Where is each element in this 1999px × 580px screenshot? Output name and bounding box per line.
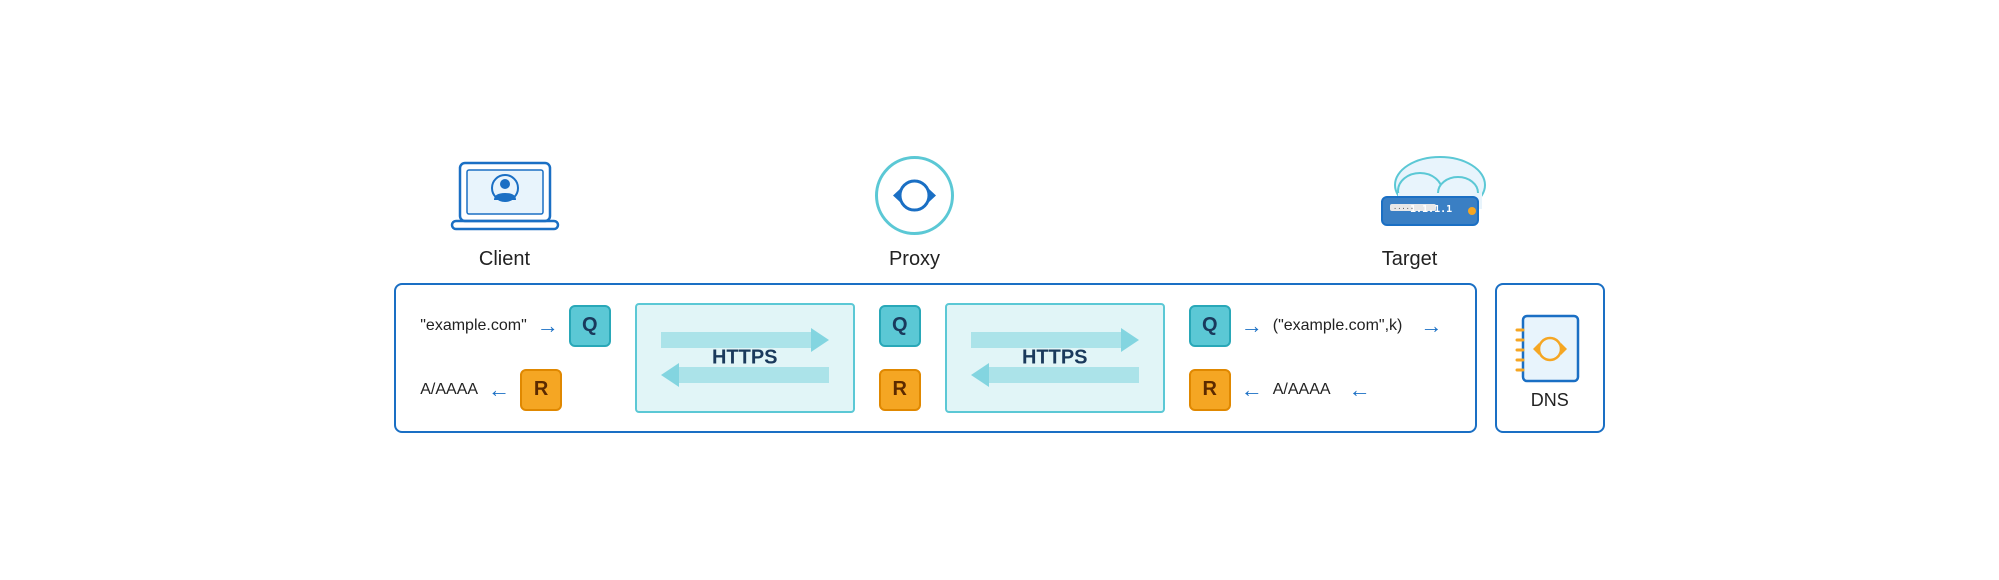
target-response-text: A/AAAA	[1273, 381, 1331, 399]
https-tunnel-2: HTTPS	[945, 303, 1165, 413]
client-response-arrow: ←	[488, 377, 510, 403]
target-query-arrow2: →	[1420, 313, 1442, 339]
target-query-text: ("example.com",k)	[1273, 317, 1403, 335]
client-query-row: "example.com" → Q	[420, 305, 611, 347]
actor-target: ····· 1.1.1.1 Target	[1170, 153, 1650, 271]
tunnel1-query-arrow	[661, 328, 829, 352]
main-flow-box: "example.com" → Q A/AAAA ← R	[394, 283, 1477, 433]
proxy-label: Proxy	[889, 248, 940, 271]
client-query-arrow: →	[537, 313, 559, 339]
client-response-text: A/AAAA	[420, 381, 478, 399]
dns-label: DNS	[1531, 390, 1569, 411]
https-tunnel-2-box: HTTPS	[945, 303, 1165, 413]
client-icon	[450, 148, 560, 238]
svg-text:1.1.1.1: 1.1.1.1	[1410, 204, 1452, 215]
tunnel2-query-arrow	[971, 328, 1139, 352]
target-response-row: R ← A/AAAA ←	[1189, 369, 1371, 411]
proxy-icon	[872, 153, 957, 238]
client-section: "example.com" → Q A/AAAA ← R	[420, 305, 629, 411]
target-response-arrow2: ←	[1349, 377, 1371, 403]
proxy-query-row: Q	[879, 305, 921, 347]
https-tunnel-1: HTTPS	[635, 303, 855, 413]
actor-client: Client	[350, 148, 660, 271]
proxy-section: Q R	[861, 305, 939, 411]
target-response-arrow: ←	[1241, 377, 1263, 403]
proxy-r-box: R	[879, 369, 921, 411]
tunnel2-response-arrow	[971, 363, 1139, 387]
dns-box: DNS	[1495, 283, 1605, 433]
target-label: Target	[1382, 248, 1438, 271]
actors-row: Client Proxy	[0, 148, 1999, 283]
client-label: Client	[479, 248, 530, 271]
proxy-response-row: R	[879, 369, 921, 411]
flow-row: "example.com" → Q A/AAAA ← R	[0, 283, 1999, 433]
dns-icon	[1515, 312, 1585, 382]
target-query-arrow: →	[1241, 313, 1263, 339]
target-r-box: R	[1189, 369, 1231, 411]
https-tunnel-1-box: HTTPS	[635, 303, 855, 413]
tunnel1-response-arrow	[661, 363, 829, 387]
client-r-box: R	[520, 369, 562, 411]
target-icon: ····· 1.1.1.1	[1320, 153, 1500, 238]
proxy-q-box: Q	[879, 305, 921, 347]
client-response-row: A/AAAA ← R	[420, 369, 562, 411]
target-query-row: Q → ("example.com",k) →	[1189, 305, 1443, 347]
target-q-box: Q	[1189, 305, 1231, 347]
client-query-text: "example.com"	[420, 317, 527, 335]
target-section: Q → ("example.com",k) → R ← A/AAAA ←	[1171, 305, 1451, 411]
actor-proxy: Proxy	[660, 153, 1170, 271]
diagram-container: Client Proxy	[0, 0, 1999, 580]
client-q-box: Q	[569, 305, 611, 347]
